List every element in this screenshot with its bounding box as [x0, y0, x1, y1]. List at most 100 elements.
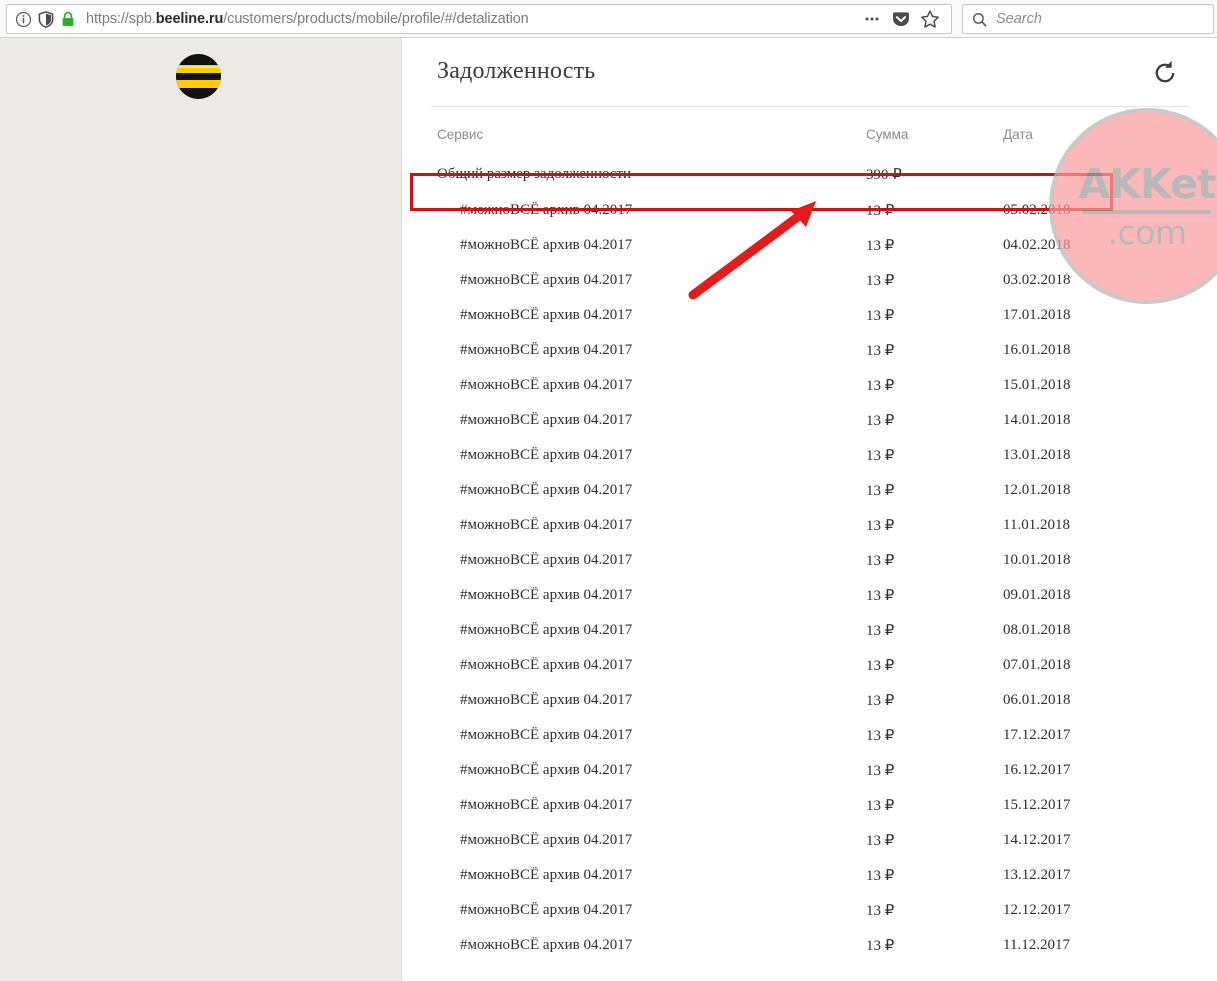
- row-amount: 13 ₽: [866, 623, 895, 639]
- table-row[interactable]: #можноВСЁ архив 04.2017 13 ₽ 08.01.2018: [403, 613, 1217, 648]
- column-header-date: Дата: [1003, 126, 1033, 142]
- row-service: #можноВСЁ архив 04.2017: [460, 622, 633, 638]
- table-row[interactable]: #можноВСЁ архив 04.2017 13 ₽ 15.12.2017: [403, 788, 1217, 823]
- search-bar[interactable]: Search: [962, 4, 1214, 34]
- row-amount: 13 ₽: [866, 938, 895, 954]
- row-date: 14.01.2018: [1003, 412, 1071, 428]
- row-service: #можноВСЁ архив 04.2017: [460, 587, 633, 603]
- row-service: #можноВСЁ архив 04.2017: [460, 657, 633, 673]
- table-row[interactable]: #можноВСЁ архив 04.2017 13 ₽ 14.01.2018: [403, 403, 1217, 438]
- table-row[interactable]: #можноВСЁ архив 04.2017 13 ₽ 16.12.2017: [403, 753, 1217, 788]
- table-row[interactable]: #можноВСЁ архив 04.2017 13 ₽ 16.01.2018: [403, 333, 1217, 368]
- row-date: 15.12.2017: [1003, 797, 1071, 813]
- table-row[interactable]: #можноВСЁ архив 04.2017 13 ₽ 11.12.2017: [403, 928, 1217, 963]
- row-service: #можноВСЁ архив 04.2017: [460, 832, 633, 848]
- row-date: 07.01.2018: [1003, 657, 1071, 673]
- ellipsis-icon[interactable]: [859, 6, 885, 32]
- table-row[interactable]: #можноВСЁ архив 04.2017 13 ₽ 12.12.2017: [403, 893, 1217, 928]
- row-date: 13.01.2018: [1003, 447, 1071, 463]
- url-bar[interactable]: https://spb.beeline.ru/customers/product…: [6, 4, 952, 34]
- tracking-shield-icon[interactable]: [38, 10, 54, 28]
- table-row[interactable]: #можноВСЁ архив 04.2017 13 ₽ 14.12.2017: [403, 823, 1217, 858]
- table-row[interactable]: #можноВСЁ архив 04.2017 13 ₽ 09.01.2018: [403, 578, 1217, 613]
- table-row[interactable]: #можноВСЁ архив 04.2017 13 ₽ 06.01.2018: [403, 683, 1217, 718]
- row-date: 08.01.2018: [1003, 622, 1071, 638]
- padlock-icon[interactable]: [61, 11, 75, 28]
- row-amount: 13 ₽: [866, 798, 895, 814]
- data-rows: #можноВСЁ архив 04.2017 13 ₽05.02.2018 #мо…: [403, 193, 1217, 963]
- table-row[interactable]: #можноВСЁ архив 04.2017 13 ₽ 05.02.2018: [403, 193, 1217, 228]
- row-date: 11.01.2018: [1003, 517, 1070, 533]
- row-date: 11.12.2017: [1003, 937, 1070, 953]
- row-date: 16.12.2017: [1003, 762, 1071, 778]
- content-panel: Задолженность Сервис Сумма Дата Общий ра…: [403, 38, 1217, 981]
- logo-stripe-highlight: [176, 66, 221, 69]
- column-header-service: Сервис: [437, 126, 484, 142]
- table-row[interactable]: #можноВСЁ архив 04.2017 13 ₽ 07.01.2018: [403, 648, 1217, 683]
- info-circle-icon[interactable]: [15, 11, 32, 28]
- row-amount: 13 ₽: [866, 238, 895, 254]
- url-path: /customers/products/mobile/profile/#/det…: [223, 11, 529, 27]
- table-row[interactable]: #можноВСЁ архив 04.2017 13 ₽ 04.02.2018: [403, 228, 1217, 263]
- url-prefix: https://spb.: [86, 11, 156, 27]
- table-row[interactable]: #можноВСЁ архив 04.2017 13 ₽ 15.01.2018: [403, 368, 1217, 403]
- row-amount: 13 ₽: [866, 588, 895, 604]
- row-service: #можноВСЁ архив 04.2017: [460, 482, 633, 498]
- row-service: #можноВСЁ архив 04.2017: [460, 377, 633, 393]
- table-row[interactable]: #можноВСЁ архив 04.2017 13 ₽ 11.01.2018: [403, 508, 1217, 543]
- row-amount: 13 ₽: [866, 868, 895, 884]
- row-service: #можноВСЁ архив 04.2017: [460, 202, 633, 218]
- row-date: 15.01.2018: [1003, 377, 1071, 393]
- row-amount: 13 ₽: [866, 728, 895, 744]
- summary-service: Общий размер задолженности: [437, 165, 632, 182]
- row-service: #можноВСЁ архив 04.2017: [460, 902, 633, 918]
- table-row[interactable]: #можноВСЁ архив 04.2017 13 ₽ 17.01.2018: [403, 298, 1217, 333]
- row-date: 17.01.2018: [1003, 307, 1071, 323]
- search-input[interactable]: Search: [996, 11, 1042, 27]
- row-amount: 13 ₽: [866, 308, 895, 324]
- refresh-icon[interactable]: [1150, 58, 1180, 88]
- summary-row[interactable]: Общий размер задолженности 390 ₽ —: [403, 155, 1217, 193]
- row-service: #можноВСЁ архив 04.2017: [460, 412, 633, 428]
- pocket-icon[interactable]: [888, 6, 914, 32]
- table-row[interactable]: #можноВСЁ архив 04.2017 13 ₽ 10.01.2018: [403, 543, 1217, 578]
- row-date: 10.01.2018: [1003, 552, 1071, 568]
- star-icon[interactable]: [917, 6, 943, 32]
- row-amount: 13 ₽: [866, 413, 895, 429]
- row-amount: 13 ₽: [866, 378, 895, 394]
- table-row[interactable]: #можноВСЁ архив 04.2017 13 ₽ 12.01.2018: [403, 473, 1217, 508]
- row-amount: 13 ₽: [866, 343, 895, 359]
- row-service: #можноВСЁ архив 04.2017: [460, 727, 633, 743]
- row-service: #можноВСЁ архив 04.2017: [460, 447, 633, 463]
- table-header-row: Сервис Сумма Дата: [403, 113, 1217, 155]
- beeline-logo[interactable]: [176, 54, 221, 99]
- row-amount: 13 ₽: [866, 903, 895, 919]
- row-amount: 13 ₽: [866, 518, 895, 534]
- row-service: #можноВСЁ архив 04.2017: [460, 272, 633, 288]
- row-date: 14.12.2017: [1003, 832, 1071, 848]
- urlbar-action-buttons: [859, 5, 945, 33]
- row-date: 06.01.2018: [1003, 692, 1071, 708]
- table-row[interactable]: #можноВСЁ архив 04.2017 13 ₽ 13.01.2018: [403, 438, 1217, 473]
- column-header-amount: Сумма: [866, 126, 909, 142]
- row-date: 17.12.2017: [1003, 727, 1071, 743]
- table-row[interactable]: #можноВСЁ архив 04.2017 13 ₽ 17.12.2017: [403, 718, 1217, 753]
- row-service: #можноВСЁ архив 04.2017: [460, 937, 633, 953]
- row-service: #можноВСЁ архив 04.2017: [460, 867, 633, 883]
- row-service: #можноВСЁ архив 04.2017: [460, 517, 633, 533]
- row-amount: 13 ₽: [866, 448, 895, 464]
- url-text[interactable]: https://spb.beeline.ru/customers/product…: [86, 11, 529, 27]
- row-service: #можноВСЁ архив 04.2017: [460, 237, 633, 253]
- url-host: beeline.ru: [155, 11, 224, 27]
- row-date: 12.12.2017: [1003, 902, 1071, 918]
- table-row[interactable]: #можноВСЁ архив 04.2017 13 ₽ 03.02.2018: [403, 263, 1217, 298]
- page-viewport: Задолженность Сервис Сумма Дата Общий ра…: [0, 38, 1217, 981]
- row-service: #можноВСЁ архив 04.2017: [460, 762, 633, 778]
- row-date: 03.02.2018: [1003, 272, 1071, 288]
- row-date: 13.12.2017: [1003, 867, 1071, 883]
- logo-stripe: [176, 80, 221, 88]
- row-amount: 13 ₽: [866, 483, 895, 499]
- row-service: #можноВСЁ архив 04.2017: [460, 797, 633, 813]
- table-row[interactable]: #можноВСЁ архив 04.2017 13 ₽ 13.12.2017: [403, 858, 1217, 893]
- row-date: 05.02.2018: [1003, 202, 1071, 218]
